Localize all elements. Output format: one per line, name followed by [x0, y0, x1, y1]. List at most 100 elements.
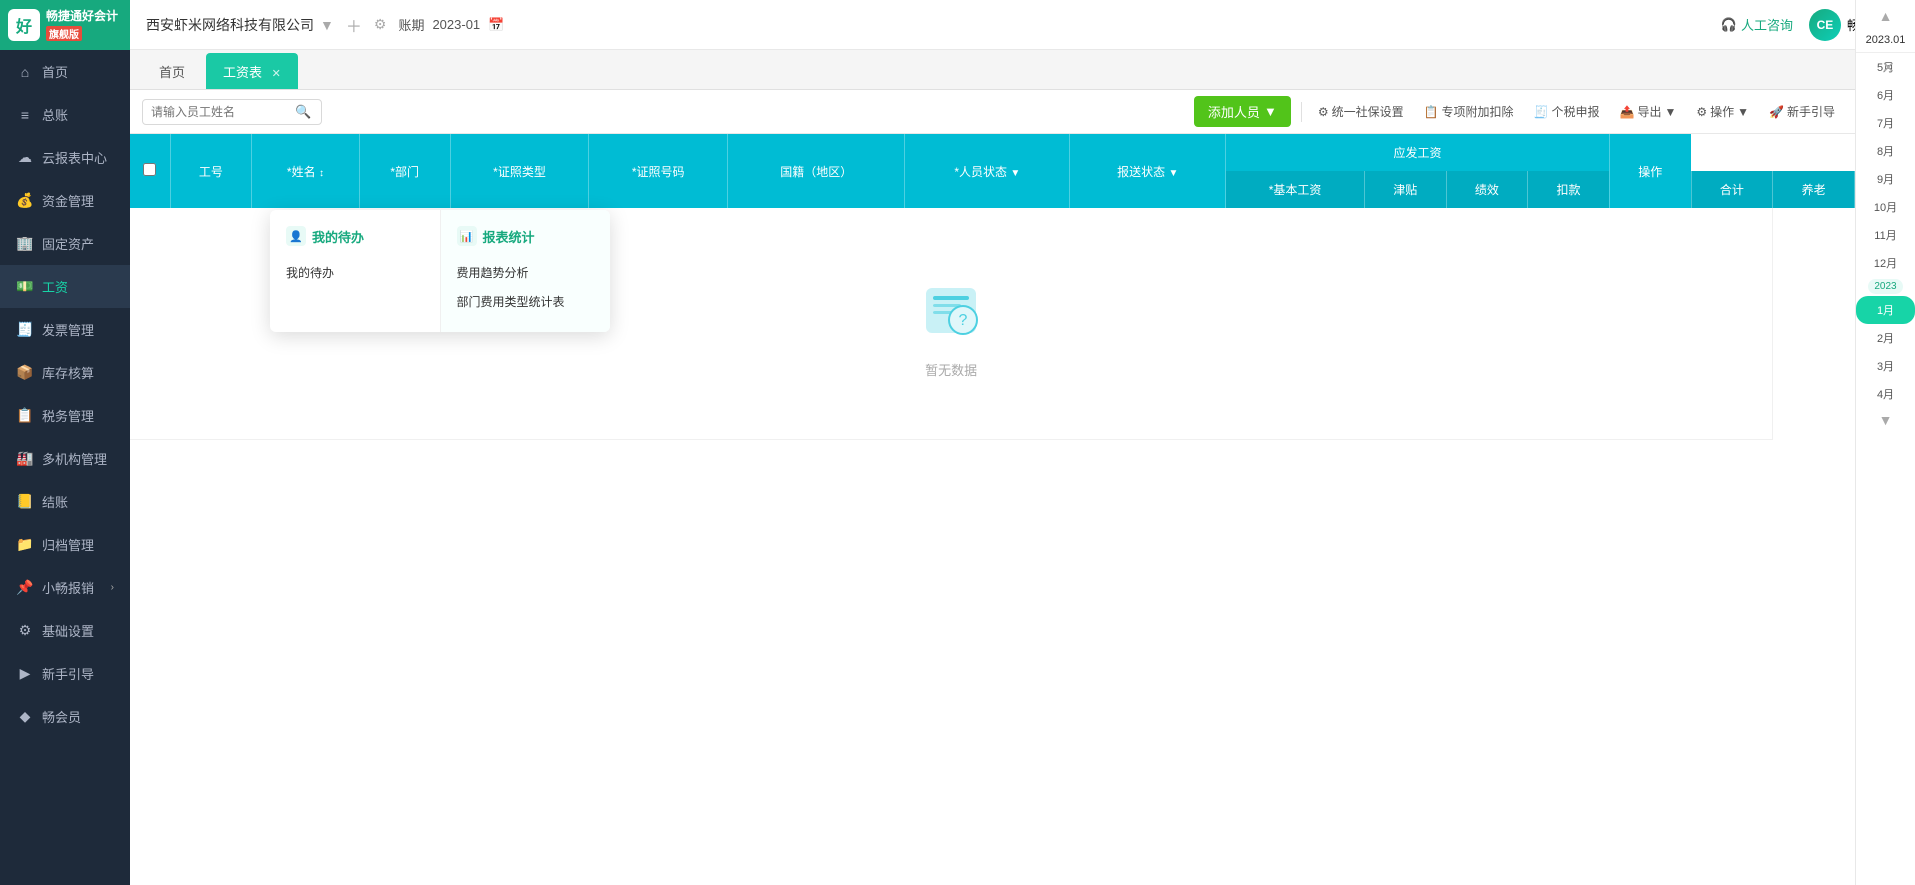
- settings-icon[interactable]: ⚙: [374, 16, 387, 33]
- select-all-checkbox[interactable]: [130, 134, 170, 208]
- assets-icon: 🏢: [16, 235, 34, 252]
- sidebar-item-home[interactable]: ⌂ 首页: [0, 50, 130, 93]
- sidebar-item-label: 发票管理: [42, 320, 94, 339]
- customer-service[interactable]: 🎧 人工咨询: [1721, 15, 1793, 34]
- tax-report-button[interactable]: 🧾 个税申报: [1528, 99, 1606, 124]
- app-badge: 旗舰版: [46, 26, 82, 41]
- tabbar: 首页 工资表 ✕ ✕: [130, 50, 1915, 90]
- add-icon[interactable]: ＋: [346, 13, 362, 37]
- popup-item-mytodo[interactable]: 我的待办: [286, 258, 424, 287]
- logo-icon: 好: [8, 9, 40, 41]
- timeline-month-7[interactable]: 7月: [1856, 109, 1915, 137]
- tab-home[interactable]: 首页: [142, 53, 202, 89]
- sidebar-item-guide[interactable]: ▶ 新手引导: [0, 652, 130, 695]
- app-logo: 好 畅捷通好会计 旗舰版: [0, 0, 130, 50]
- guide-button[interactable]: 🚀 新手引导: [1763, 99, 1841, 124]
- popup-item-trend[interactable]: 费用趋势分析: [457, 258, 595, 287]
- dropdown-arrow-icon: ▼: [1264, 104, 1277, 119]
- th-department: *部门: [359, 134, 450, 208]
- sidebar-item-ledger[interactable]: ≡ 总账: [0, 93, 130, 136]
- sidebar-item-wage[interactable]: 💵 工资: [0, 265, 130, 308]
- special-deduction-button[interactable]: 📋 专项附加扣除: [1418, 99, 1520, 124]
- tab-close-icon[interactable]: ✕: [272, 68, 281, 80]
- sidebar-item-finance[interactable]: 💰 资金管理: [0, 179, 130, 222]
- timeline-nav-down[interactable]: ▼: [1875, 408, 1897, 432]
- th-performance: 绩效: [1446, 171, 1528, 208]
- add-person-button[interactable]: 添加人员 ▼: [1194, 96, 1291, 127]
- table-toolbar: 🔍 添加人员 ▼ ⚙ 统一社保设置 📋 专项附加扣除 🧾 个税: [130, 90, 1915, 134]
- guide-label: 新手引导: [1787, 103, 1835, 120]
- timeline-month-9[interactable]: 9月: [1856, 165, 1915, 193]
- sidebar-item-archive[interactable]: 📁 归档管理: [0, 523, 130, 566]
- sidebar-item-multi[interactable]: 🏭 多机构管理: [0, 437, 130, 480]
- sidebar-item-label: 多机构管理: [42, 449, 107, 468]
- sidebar-item-close[interactable]: 📒 结账: [0, 480, 130, 523]
- sidebar-item-invoice[interactable]: 🧾 发票管理: [0, 308, 130, 351]
- export-icon: 📤: [1620, 105, 1635, 119]
- operation-arrow-icon: ▼: [1737, 105, 1749, 119]
- sidebar-item-vip[interactable]: ◆ 畅会员: [0, 695, 130, 738]
- sidebar-item-label: 结账: [42, 492, 68, 511]
- social-security-label: 统一社保设置: [1332, 103, 1404, 120]
- sidebar-item-label: 畅会员: [42, 707, 81, 726]
- main-area: 西安虾米网络科技有限公司 ▼ ＋ ⚙ 账期 2023-01 📅 🎧 人工咨询 C…: [130, 0, 1915, 885]
- search-box[interactable]: 🔍: [142, 99, 322, 125]
- empty-icon: ?: [911, 268, 991, 348]
- timeline-month-4[interactable]: 4月: [1856, 380, 1915, 408]
- inventory-icon: 📦: [16, 364, 34, 381]
- checkbox-all[interactable]: [143, 163, 156, 176]
- popup-col-report: 📊 报表统计 费用趋势分析 部门费用类型统计表: [440, 210, 611, 332]
- sidebar-item-label: 首页: [42, 62, 68, 81]
- tax-icon: 📋: [16, 407, 34, 424]
- th-base-salary: *基本工资: [1226, 171, 1365, 208]
- sidebar-item-label: 云报表中心: [42, 148, 107, 167]
- operation-label: 操作: [1710, 103, 1734, 120]
- sidebar-item-tax[interactable]: 📋 税务管理: [0, 394, 130, 437]
- timeline-nav-up[interactable]: ▲: [1875, 4, 1897, 28]
- expense-icon: 📌: [16, 579, 34, 596]
- chevron-down-icon: ▼: [320, 17, 334, 33]
- sidebar-item-label: 资金管理: [42, 191, 94, 210]
- export-button[interactable]: 📤 导出 ▼: [1614, 99, 1683, 124]
- timeline-month-12[interactable]: 12月: [1856, 249, 1915, 277]
- calendar-icon[interactable]: 📅: [488, 17, 504, 33]
- th-pension: 养老: [1773, 171, 1855, 208]
- timeline-month-2[interactable]: 2月: [1856, 324, 1915, 352]
- sidebar-item-cloud[interactable]: ☁ 云报表中心: [0, 136, 130, 179]
- company-selector[interactable]: 西安虾米网络科技有限公司 ▼: [146, 15, 334, 35]
- popup-col-todo: 👤 我的待办 我的待办: [270, 210, 440, 332]
- period-info: 账期 2023-01 📅: [398, 15, 504, 34]
- sidebar-item-label: 小畅报销: [42, 578, 94, 597]
- svg-text:?: ?: [959, 312, 968, 329]
- th-status[interactable]: *人员状态 ▼: [905, 134, 1070, 208]
- sidebar-item-expense[interactable]: 📌 小畅报销 ›: [0, 566, 130, 609]
- operation-button[interactable]: ⚙ 操作 ▼: [1690, 99, 1755, 124]
- timeline-month-3[interactable]: 3月: [1856, 352, 1915, 380]
- content-area: 🔍 添加人员 ▼ ⚙ 统一社保设置 📋 专项附加扣除 🧾 个税: [130, 90, 1915, 885]
- social-security-button[interactable]: ⚙ 统一社保设置: [1312, 99, 1410, 124]
- th-operation: 操作: [1609, 134, 1691, 208]
- popup-row: 👤 我的待办 我的待办 📊 报表统计 费用趋势分析 部门费用类型统计表: [270, 210, 610, 332]
- add-person-label: 添加人员: [1208, 102, 1260, 121]
- finance-icon: 💰: [16, 192, 34, 209]
- th-total: 合计: [1691, 171, 1773, 208]
- search-input[interactable]: [151, 105, 291, 119]
- archive-icon: 📁: [16, 536, 34, 553]
- global-close-button[interactable]: ✕: [1874, 50, 1903, 86]
- sidebar-item-settings[interactable]: ⚙ 基础设置: [0, 609, 130, 652]
- th-report-status[interactable]: 报送状态 ▼: [1070, 134, 1226, 208]
- timeline-month-1[interactable]: 1月: [1856, 296, 1915, 324]
- empty-text: 暂无数据: [925, 360, 977, 379]
- operation-icon: ⚙: [1696, 105, 1707, 119]
- timeline-month-11[interactable]: 11月: [1856, 221, 1915, 249]
- th-id-type: *证照类型: [450, 134, 589, 208]
- timeline-month-8[interactable]: 8月: [1856, 137, 1915, 165]
- popup-item-dept[interactable]: 部门费用类型统计表: [457, 287, 595, 316]
- tab-wage[interactable]: 工资表 ✕: [206, 53, 298, 89]
- sidebar-item-assets[interactable]: 🏢 固定资产: [0, 222, 130, 265]
- timeline-month-10[interactable]: 10月: [1856, 193, 1915, 221]
- headset-icon: 🎧: [1721, 17, 1737, 33]
- th-deduction: 扣款: [1528, 171, 1610, 208]
- sidebar-item-inventory[interactable]: 📦 库存核算: [0, 351, 130, 394]
- wage-icon: 💵: [16, 278, 34, 295]
